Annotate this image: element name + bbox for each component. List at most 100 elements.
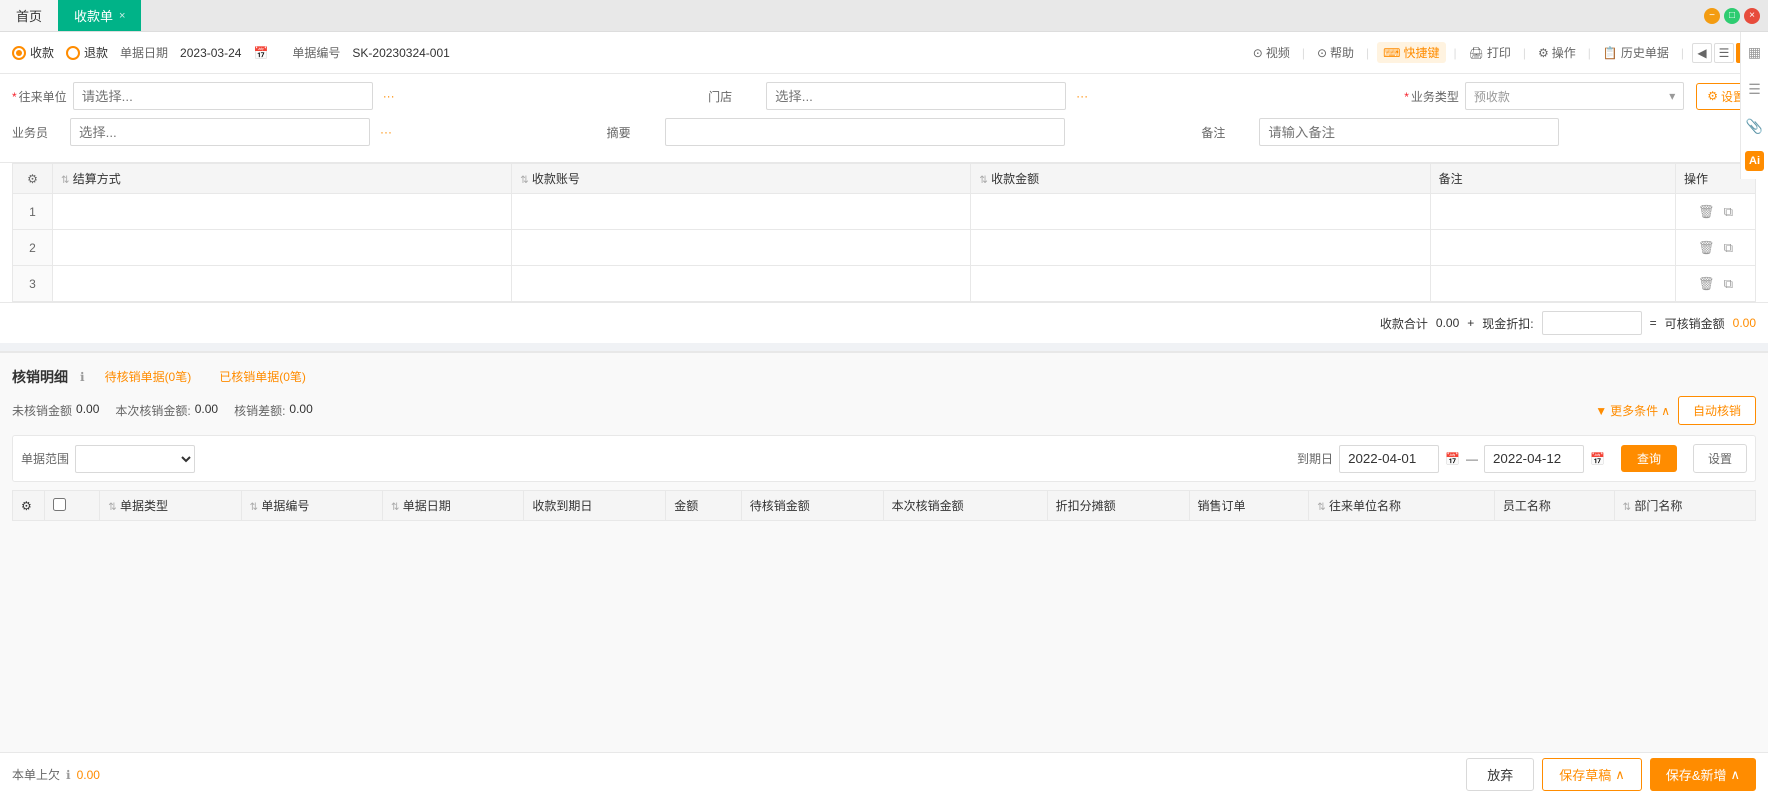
unverified-value: 0.00 [76, 402, 99, 419]
select-all-checkbox[interactable] [53, 498, 66, 511]
note-input[interactable] [1259, 118, 1559, 146]
sidebar-list-icon[interactable]: ☰ [1744, 77, 1765, 102]
col-checkbox-check [45, 491, 100, 521]
amount-cell-1[interactable] [971, 194, 1430, 230]
account-cell-1[interactable] [512, 194, 971, 230]
store-more-icon[interactable]: ··· [1072, 89, 1092, 103]
delete-icon-2[interactable]: 🗑 [1698, 240, 1715, 255]
col-amount: 金额 [666, 491, 742, 521]
save-draft-button[interactable]: 保存草稿 ∧ [1542, 758, 1642, 791]
range-select[interactable] [75, 445, 195, 473]
calendar-icon[interactable]: 📅 [253, 46, 268, 60]
amount-cell-2[interactable] [971, 230, 1430, 266]
staff-input[interactable] [70, 118, 370, 146]
due-label: 到期日 [1297, 450, 1333, 467]
discount-input[interactable] [1542, 311, 1642, 335]
sidebar-table-icon[interactable]: ▦ [1744, 40, 1765, 65]
layout-list-icon[interactable]: ☰ [1714, 43, 1734, 63]
due-date-field: 到期日 📅 — 📅 [1297, 445, 1605, 473]
layout-prev-icon[interactable]: ◀ [1692, 43, 1712, 63]
save-draft-label: 保存草稿 [1559, 765, 1611, 784]
due-date-from-icon[interactable]: 📅 [1445, 452, 1460, 466]
help-btn[interactable]: ⊙ 帮助 [1313, 42, 1358, 63]
copy-icon-3[interactable]: ⧉ [1724, 276, 1733, 291]
save-draft-chevron-icon: ∧ [1615, 767, 1625, 783]
note-cell-3[interactable] [1430, 266, 1675, 302]
note-label: 备注 [1201, 124, 1253, 141]
prev-label: 本单上欠 [12, 766, 60, 783]
tab-close-icon[interactable]: × [119, 10, 125, 22]
shortcuts-btn[interactable]: ⌨ 快捷键 [1377, 42, 1445, 63]
video-btn[interactable]: ⊙ 视频 [1249, 42, 1294, 63]
gear-icon: ⚙ [1707, 89, 1718, 103]
copy-icon-2[interactable]: ⧉ [1724, 240, 1733, 255]
note-cell-1[interactable] [1430, 194, 1675, 230]
due-date-from-input[interactable] [1339, 445, 1439, 473]
operations-btn[interactable]: ⚙ 操作 [1534, 42, 1580, 63]
staff-more-icon[interactable]: ··· [376, 125, 396, 139]
partner-input[interactable] [73, 82, 373, 110]
top-toolbar: 收款 退款 单据日期 2023-03-24 📅 单据编号 SK-20230324… [0, 32, 1768, 74]
col-due-date: 收款到期日 [524, 491, 666, 521]
biz-type-select[interactable]: 预收款 ▾ [1465, 82, 1684, 110]
verify-info-icon[interactable]: ℹ [80, 370, 85, 384]
note-field: 备注 [1201, 118, 1756, 146]
verify-tab-done[interactable]: 已核销单据(0笔) [211, 365, 314, 388]
print-btn[interactable]: 🖨 打印 [1465, 42, 1515, 63]
verify-stats: 未核销金额 0.00 本次核销金额: 0.00 核销差额: 0.00 ▼ 更多条… [12, 396, 1756, 425]
due-date-to-icon[interactable]: 📅 [1590, 452, 1605, 466]
radio-receive[interactable]: 收款 [12, 44, 54, 61]
summary-input[interactable] [665, 118, 1065, 146]
actions-cell-2: 🗑 ⧉ [1676, 230, 1756, 266]
tab-active[interactable]: 收款单 × [58, 0, 141, 31]
history-btn[interactable]: 📋 历史单据 [1599, 42, 1673, 63]
query-button[interactable]: 查询 [1621, 445, 1677, 472]
account-cell-3[interactable] [512, 266, 971, 302]
sidebar-ai-icon[interactable]: Ai [1745, 151, 1764, 171]
store-input[interactable] [766, 82, 1066, 110]
radio-receive-label: 收款 [30, 44, 54, 61]
net-label: 可核销金额 [1665, 315, 1725, 332]
amount-cell-3[interactable] [971, 266, 1430, 302]
col-doc-type: ⇅ 单据类型 [100, 491, 241, 521]
col-pending-amount: 待核销金额 [741, 491, 883, 521]
copy-icon-1[interactable]: ⧉ [1724, 204, 1733, 219]
more-conditions-btn[interactable]: ▼ 更多条件 ∧ [1595, 402, 1670, 419]
due-date-to-input[interactable] [1484, 445, 1584, 473]
col-dept-name: ⇅ 部门名称 [1614, 491, 1755, 521]
partner-more-icon[interactable]: ··· [379, 89, 399, 103]
window-minimize-button[interactable]: − [1704, 8, 1720, 24]
sidebar-attachment-icon[interactable]: 📎 [1742, 114, 1767, 139]
date-label: 单据日期 [120, 44, 168, 61]
note-cell-2[interactable] [1430, 230, 1675, 266]
settle-cell-3[interactable] [53, 266, 512, 302]
settle-cell-1[interactable] [53, 194, 512, 230]
table-gear-icon[interactable]: ⚙ [27, 172, 38, 186]
settle-cell-2[interactable] [53, 230, 512, 266]
discount-label: 现金折扣: [1482, 315, 1533, 332]
prev-info-icon[interactable]: ℹ [66, 768, 71, 782]
save-new-button[interactable]: 保存&新增 ∧ [1650, 758, 1756, 791]
verify-tab-pending[interactable]: 待核销单据(0笔) [97, 365, 200, 388]
range-label: 单据范围 [21, 450, 69, 467]
total-label: 收款合计 [1380, 315, 1428, 332]
range-field: 单据范围 [21, 445, 195, 473]
delete-icon-3[interactable]: 🗑 [1698, 276, 1715, 291]
radio-refund[interactable]: 退款 [66, 44, 108, 61]
video-icon: ⊙ [1253, 46, 1263, 60]
sort-icon-partner: ⇅ [1317, 502, 1325, 513]
operations-icon: ⚙ [1538, 46, 1549, 60]
gear-icon-bottom[interactable]: ⚙ [21, 499, 32, 513]
tab-home[interactable]: 首页 [0, 0, 58, 31]
discard-button[interactable]: 放弃 [1466, 758, 1534, 791]
account-cell-2[interactable] [512, 230, 971, 266]
window-close-button[interactable]: × [1744, 8, 1760, 24]
verify-section: 核销明细 ℹ 待核销单据(0笔) 已核销单据(0笔) 未核销金额 0.00 本次… [0, 351, 1768, 752]
auto-verify-button[interactable]: 自动核销 [1678, 396, 1756, 425]
delete-icon-1[interactable]: 🗑 [1698, 204, 1715, 219]
receipt-table: ⚙ ⇅ 结算方式 ⇅ 收款账号 ⇅ 收款金额 备注 操作 [12, 163, 1756, 302]
filter-settings-button[interactable]: 设置 [1693, 444, 1747, 473]
chevron-up-icon: ∧ [1661, 404, 1670, 418]
print-icon: 🖨 [1469, 46, 1484, 60]
window-maximize-button[interactable]: □ [1724, 8, 1740, 24]
